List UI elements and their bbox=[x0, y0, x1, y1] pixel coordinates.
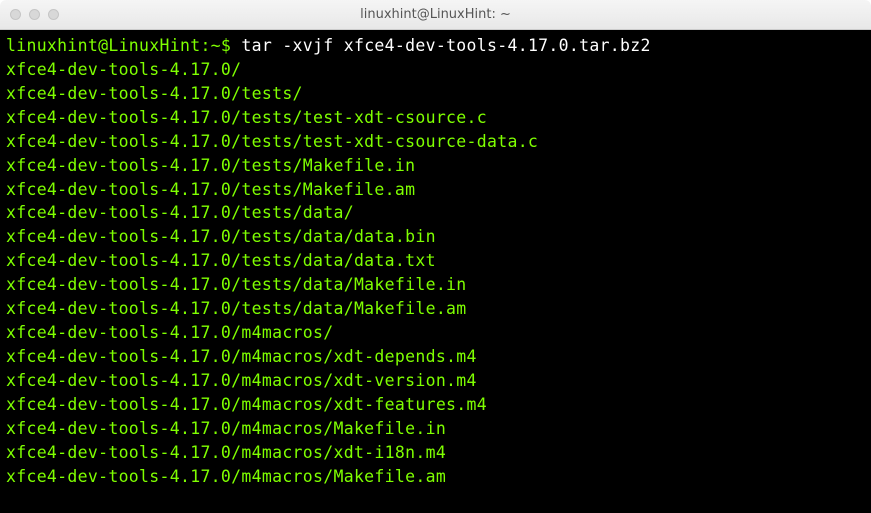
output-line: xfce4-dev-tools-4.17.0/m4macros/xdt-i18n… bbox=[6, 441, 865, 465]
close-button[interactable] bbox=[10, 9, 21, 20]
output-line: xfce4-dev-tools-4.17.0/m4macros/Makefile… bbox=[6, 465, 865, 489]
output-line: xfce4-dev-tools-4.17.0/tests/data/data.t… bbox=[6, 249, 865, 273]
output-line: xfce4-dev-tools-4.17.0/tests/data/data.b… bbox=[6, 225, 865, 249]
output-line: xfce4-dev-tools-4.17.0/tests/data/Makefi… bbox=[6, 297, 865, 321]
output-line: xfce4-dev-tools-4.17.0/tests/ bbox=[6, 82, 865, 106]
minimize-button[interactable] bbox=[29, 9, 40, 20]
output-line: xfce4-dev-tools-4.17.0/tests/test-xdt-cs… bbox=[6, 106, 865, 130]
terminal-body[interactable]: linuxhint@LinuxHint:~$ tar -xvjf xfce4-d… bbox=[0, 30, 871, 513]
shell-prompt: linuxhint@LinuxHint:~$ bbox=[6, 36, 241, 55]
output-line: xfce4-dev-tools-4.17.0/ bbox=[6, 58, 865, 82]
output-line: xfce4-dev-tools-4.17.0/tests/Makefile.in bbox=[6, 154, 865, 178]
window-title: linuxhint@LinuxHint: ~ bbox=[10, 7, 861, 22]
maximize-button[interactable] bbox=[48, 9, 59, 20]
output-line: xfce4-dev-tools-4.17.0/tests/test-xdt-cs… bbox=[6, 130, 865, 154]
titlebar[interactable]: linuxhint@LinuxHint: ~ bbox=[0, 0, 871, 30]
output-line: xfce4-dev-tools-4.17.0/tests/Makefile.am bbox=[6, 178, 865, 202]
output-line: xfce4-dev-tools-4.17.0/tests/data/Makefi… bbox=[6, 273, 865, 297]
output-line: xfce4-dev-tools-4.17.0/m4macros/ bbox=[6, 321, 865, 345]
command-output: xfce4-dev-tools-4.17.0/xfce4-dev-tools-4… bbox=[6, 58, 865, 489]
window-controls bbox=[10, 9, 59, 20]
typed-command: tar -xvjf xfce4-dev-tools-4.17.0.tar.bz2 bbox=[241, 36, 650, 55]
output-line: xfce4-dev-tools-4.17.0/m4macros/xdt-vers… bbox=[6, 369, 865, 393]
output-line: xfce4-dev-tools-4.17.0/m4macros/xdt-depe… bbox=[6, 345, 865, 369]
output-line: xfce4-dev-tools-4.17.0/m4macros/Makefile… bbox=[6, 417, 865, 441]
output-line: xfce4-dev-tools-4.17.0/tests/data/ bbox=[6, 201, 865, 225]
command-line: linuxhint@LinuxHint:~$ tar -xvjf xfce4-d… bbox=[6, 34, 865, 58]
output-line: xfce4-dev-tools-4.17.0/m4macros/xdt-feat… bbox=[6, 393, 865, 417]
terminal-window: linuxhint@LinuxHint: ~ linuxhint@LinuxHi… bbox=[0, 0, 871, 513]
